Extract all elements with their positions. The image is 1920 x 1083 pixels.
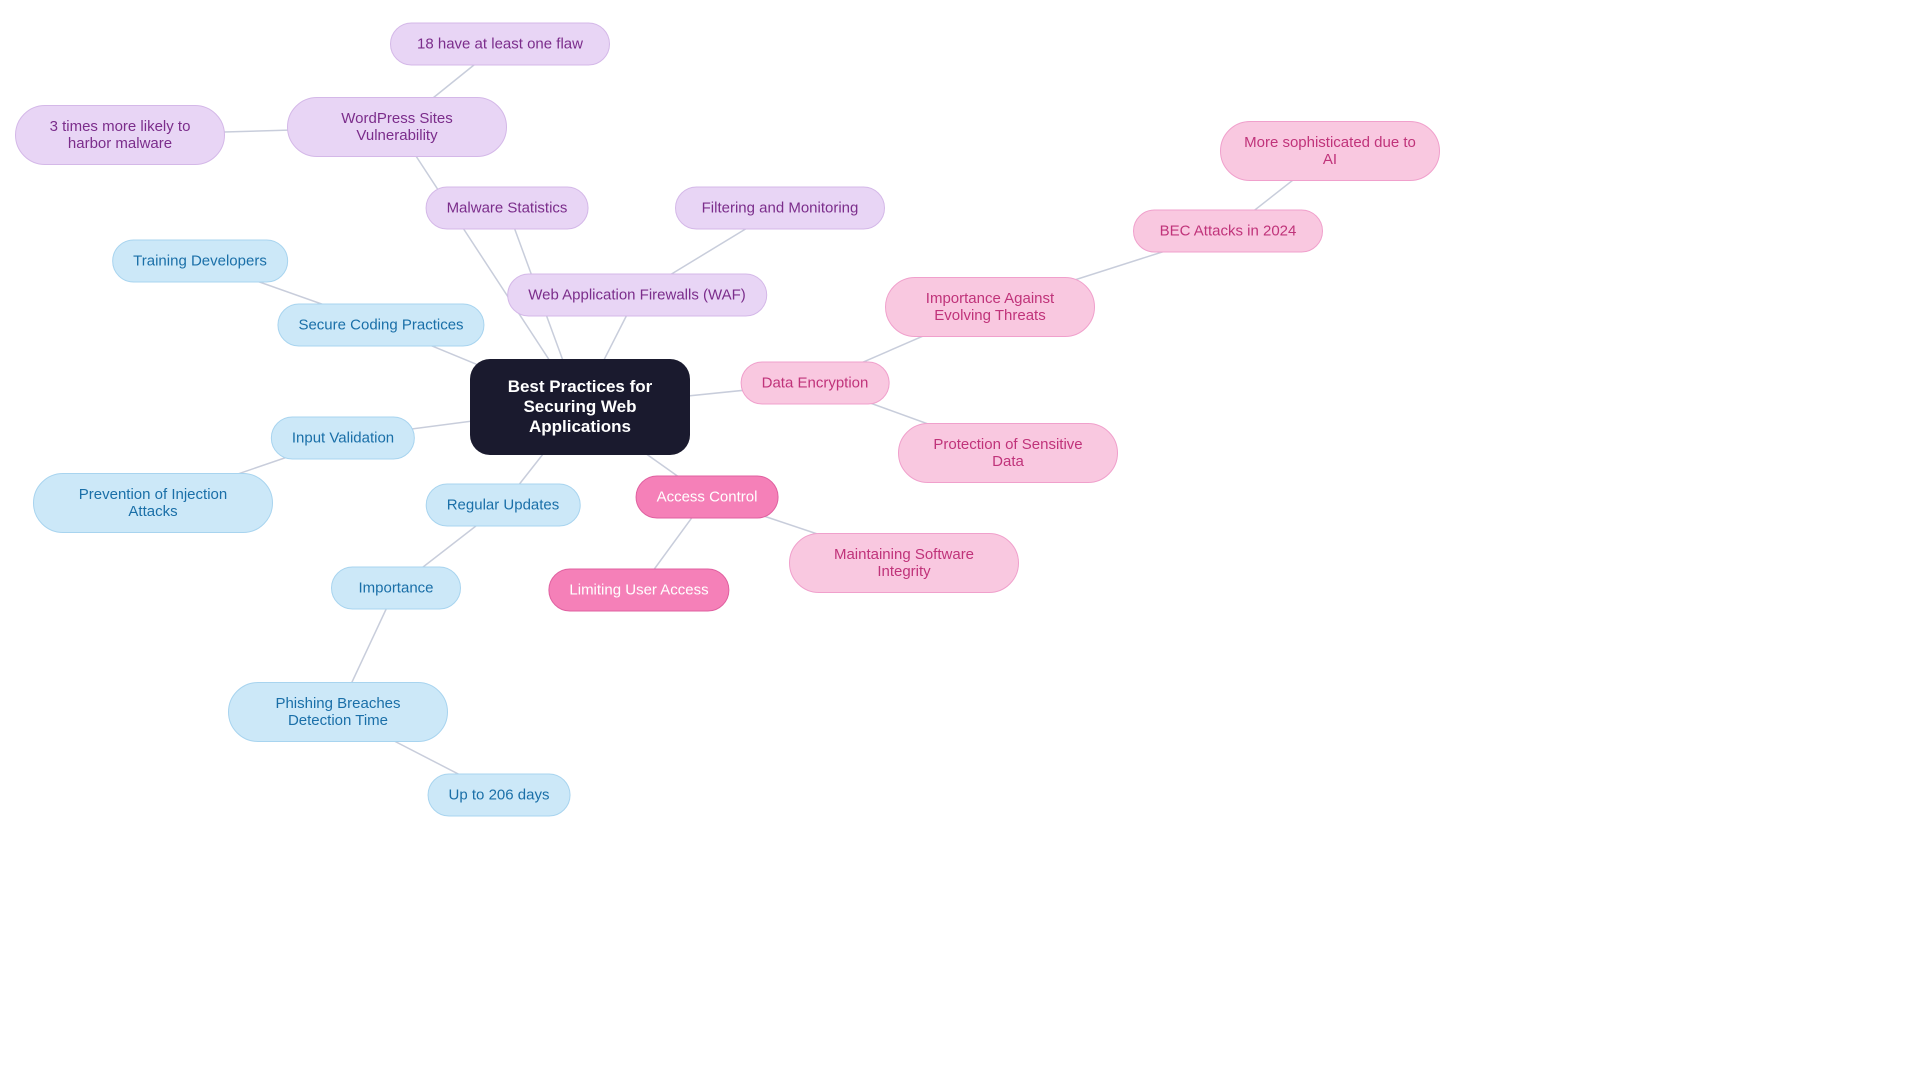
node-data-enc[interactable]: Data Encryption (741, 362, 890, 405)
node-training-dev[interactable]: Training Developers (112, 240, 288, 283)
node-input-val[interactable]: Input Validation (271, 417, 415, 460)
node-protection[interactable]: Protection of Sensitive Data (898, 423, 1118, 483)
node-18flaw[interactable]: 18 have at least one flaw (390, 23, 610, 66)
node-206days[interactable]: Up to 206 days (428, 774, 571, 817)
node-importance-against[interactable]: Importance Against Evolving Threats (885, 277, 1095, 337)
node-limiting[interactable]: Limiting User Access (548, 569, 729, 612)
node-malware-stat[interactable]: Malware Statistics (426, 187, 589, 230)
node-secure-coding[interactable]: Secure Coding Practices (277, 304, 484, 347)
node-prevention[interactable]: Prevention of Injection Attacks (33, 473, 273, 533)
node-phishing[interactable]: Phishing Breaches Detection Time (228, 682, 448, 742)
node-bec[interactable]: BEC Attacks in 2024 (1133, 210, 1323, 253)
node-importance-blue[interactable]: Importance (331, 567, 461, 610)
node-3times[interactable]: 3 times more likely to harbor malware (15, 105, 225, 165)
node-regular-updates[interactable]: Regular Updates (426, 484, 581, 527)
node-filtering[interactable]: Filtering and Monitoring (675, 187, 885, 230)
node-waf[interactable]: Web Application Firewalls (WAF) (507, 274, 767, 317)
mind-map: Best Practices for Securing Web Applicat… (0, 0, 1920, 1083)
node-more-soph[interactable]: More sophisticated due to AI (1220, 121, 1440, 181)
node-maintaining[interactable]: Maintaining Software Integrity (789, 533, 1019, 593)
node-wordpress[interactable]: WordPress Sites Vulnerability (287, 97, 507, 157)
node-access-control[interactable]: Access Control (636, 476, 779, 519)
center-node[interactable]: Best Practices for Securing Web Applicat… (470, 359, 690, 455)
